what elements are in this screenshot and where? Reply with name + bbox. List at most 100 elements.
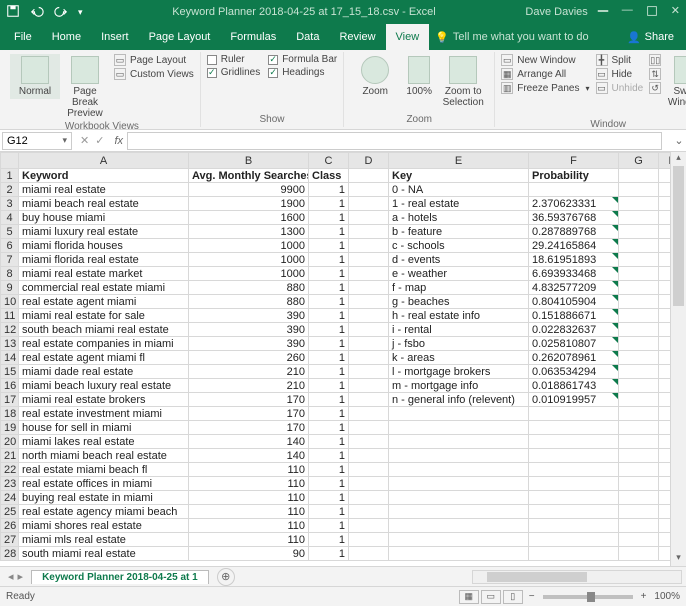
- cell[interactable]: 0.025810807: [529, 337, 619, 351]
- cell[interactable]: [349, 295, 389, 309]
- cell[interactable]: 260: [189, 351, 309, 365]
- cell[interactable]: 110: [189, 533, 309, 547]
- cell[interactable]: real estate agent miami fl: [19, 351, 189, 365]
- cell[interactable]: Class: [309, 169, 349, 183]
- undo-icon[interactable]: [30, 4, 44, 21]
- cell[interactable]: [659, 309, 671, 323]
- cell[interactable]: [659, 295, 671, 309]
- cell[interactable]: n - general info (relevent): [389, 393, 529, 407]
- cell[interactable]: 1: [309, 267, 349, 281]
- cell[interactable]: 1: [309, 505, 349, 519]
- cell[interactable]: 1: [309, 435, 349, 449]
- tell-me[interactable]: 💡 Tell me what you want to do: [429, 31, 619, 44]
- cell[interactable]: [619, 533, 659, 547]
- cell[interactable]: [659, 365, 671, 379]
- cell[interactable]: Key: [389, 169, 529, 183]
- cell[interactable]: [389, 533, 529, 547]
- cell[interactable]: [529, 421, 619, 435]
- cell[interactable]: 1: [309, 337, 349, 351]
- cell[interactable]: [349, 183, 389, 197]
- column-header-A[interactable]: A: [19, 153, 189, 169]
- new-window-button[interactable]: ▭New Window: [501, 54, 589, 66]
- cell[interactable]: Keyword: [19, 169, 189, 183]
- cell[interactable]: [659, 393, 671, 407]
- cell[interactable]: 36.59376768: [529, 211, 619, 225]
- cell[interactable]: 1900: [189, 197, 309, 211]
- sync-scroll-button[interactable]: ⇅: [649, 68, 661, 80]
- cell[interactable]: [619, 491, 659, 505]
- cell[interactable]: d - events: [389, 253, 529, 267]
- cell[interactable]: [619, 505, 659, 519]
- split-button[interactable]: ╋Split: [596, 54, 644, 66]
- cell[interactable]: 170: [189, 407, 309, 421]
- cell[interactable]: 0.804105904: [529, 295, 619, 309]
- cell[interactable]: [619, 239, 659, 253]
- cell[interactable]: [659, 379, 671, 393]
- arrange-all-button[interactable]: ▦Arrange All: [501, 68, 589, 80]
- cell[interactable]: 1: [309, 253, 349, 267]
- view-normal-icon[interactable]: ▦: [459, 590, 479, 604]
- cell[interactable]: [659, 505, 671, 519]
- zoom-100-button[interactable]: 100%: [400, 54, 438, 99]
- cell[interactable]: 1: [309, 239, 349, 253]
- cell[interactable]: 170: [189, 393, 309, 407]
- zoom-selection-button[interactable]: Zoom to Selection: [438, 54, 488, 110]
- cell[interactable]: [619, 309, 659, 323]
- cell[interactable]: 18.61951893: [529, 253, 619, 267]
- row-header[interactable]: 11: [1, 309, 19, 323]
- cell[interactable]: [529, 533, 619, 547]
- cell[interactable]: [619, 281, 659, 295]
- row-header[interactable]: 25: [1, 505, 19, 519]
- cell[interactable]: 1: [309, 225, 349, 239]
- row-header[interactable]: 12: [1, 323, 19, 337]
- zoom-in-button[interactable]: +: [641, 591, 647, 602]
- cell[interactable]: [389, 449, 529, 463]
- cell[interactable]: 140: [189, 449, 309, 463]
- cell[interactable]: 9900: [189, 183, 309, 197]
- cell[interactable]: 110: [189, 519, 309, 533]
- cell[interactable]: [619, 477, 659, 491]
- share-button[interactable]: 👤 Share: [619, 31, 682, 44]
- cell[interactable]: [529, 407, 619, 421]
- cell[interactable]: [619, 197, 659, 211]
- cell[interactable]: miami lakes real estate: [19, 435, 189, 449]
- menu-tab-view[interactable]: View: [386, 24, 430, 50]
- cell[interactable]: [529, 505, 619, 519]
- cell[interactable]: [349, 239, 389, 253]
- cell[interactable]: i - rental: [389, 323, 529, 337]
- cell[interactable]: 4.832577209: [529, 281, 619, 295]
- cell[interactable]: 1: [309, 463, 349, 477]
- reset-window-button[interactable]: ↺: [649, 82, 661, 94]
- cell[interactable]: [659, 351, 671, 365]
- cell[interactable]: k - areas: [389, 351, 529, 365]
- cell[interactable]: miami real estate brokers: [19, 393, 189, 407]
- cell[interactable]: [389, 435, 529, 449]
- page-break-button[interactable]: Page Break Preview: [60, 54, 110, 121]
- row-header[interactable]: 20: [1, 435, 19, 449]
- cell[interactable]: real estate offices in miami: [19, 477, 189, 491]
- cell[interactable]: buy house miami: [19, 211, 189, 225]
- zoom-slider[interactable]: [543, 595, 633, 599]
- row-header[interactable]: 27: [1, 533, 19, 547]
- cell[interactable]: 390: [189, 337, 309, 351]
- cell[interactable]: miami mls real estate: [19, 533, 189, 547]
- cell[interactable]: 0.151886671: [529, 309, 619, 323]
- cell[interactable]: [349, 435, 389, 449]
- row-header[interactable]: 24: [1, 491, 19, 505]
- zoom-level[interactable]: 100%: [654, 591, 680, 602]
- cell[interactable]: miami florida houses: [19, 239, 189, 253]
- cell[interactable]: 1: [309, 477, 349, 491]
- cell[interactable]: [659, 253, 671, 267]
- cell[interactable]: 1: [309, 365, 349, 379]
- cell[interactable]: [659, 519, 671, 533]
- headings-check[interactable]: ✓Headings: [268, 67, 337, 78]
- cell[interactable]: 0.010919957: [529, 393, 619, 407]
- menu-tab-page-layout[interactable]: Page Layout: [139, 24, 221, 50]
- row-header[interactable]: 10: [1, 295, 19, 309]
- cell[interactable]: miami florida real estate: [19, 253, 189, 267]
- column-header-H[interactable]: H: [659, 153, 671, 169]
- row-header[interactable]: 6: [1, 239, 19, 253]
- row-header[interactable]: 28: [1, 547, 19, 561]
- cell[interactable]: [619, 169, 659, 183]
- cell[interactable]: [529, 183, 619, 197]
